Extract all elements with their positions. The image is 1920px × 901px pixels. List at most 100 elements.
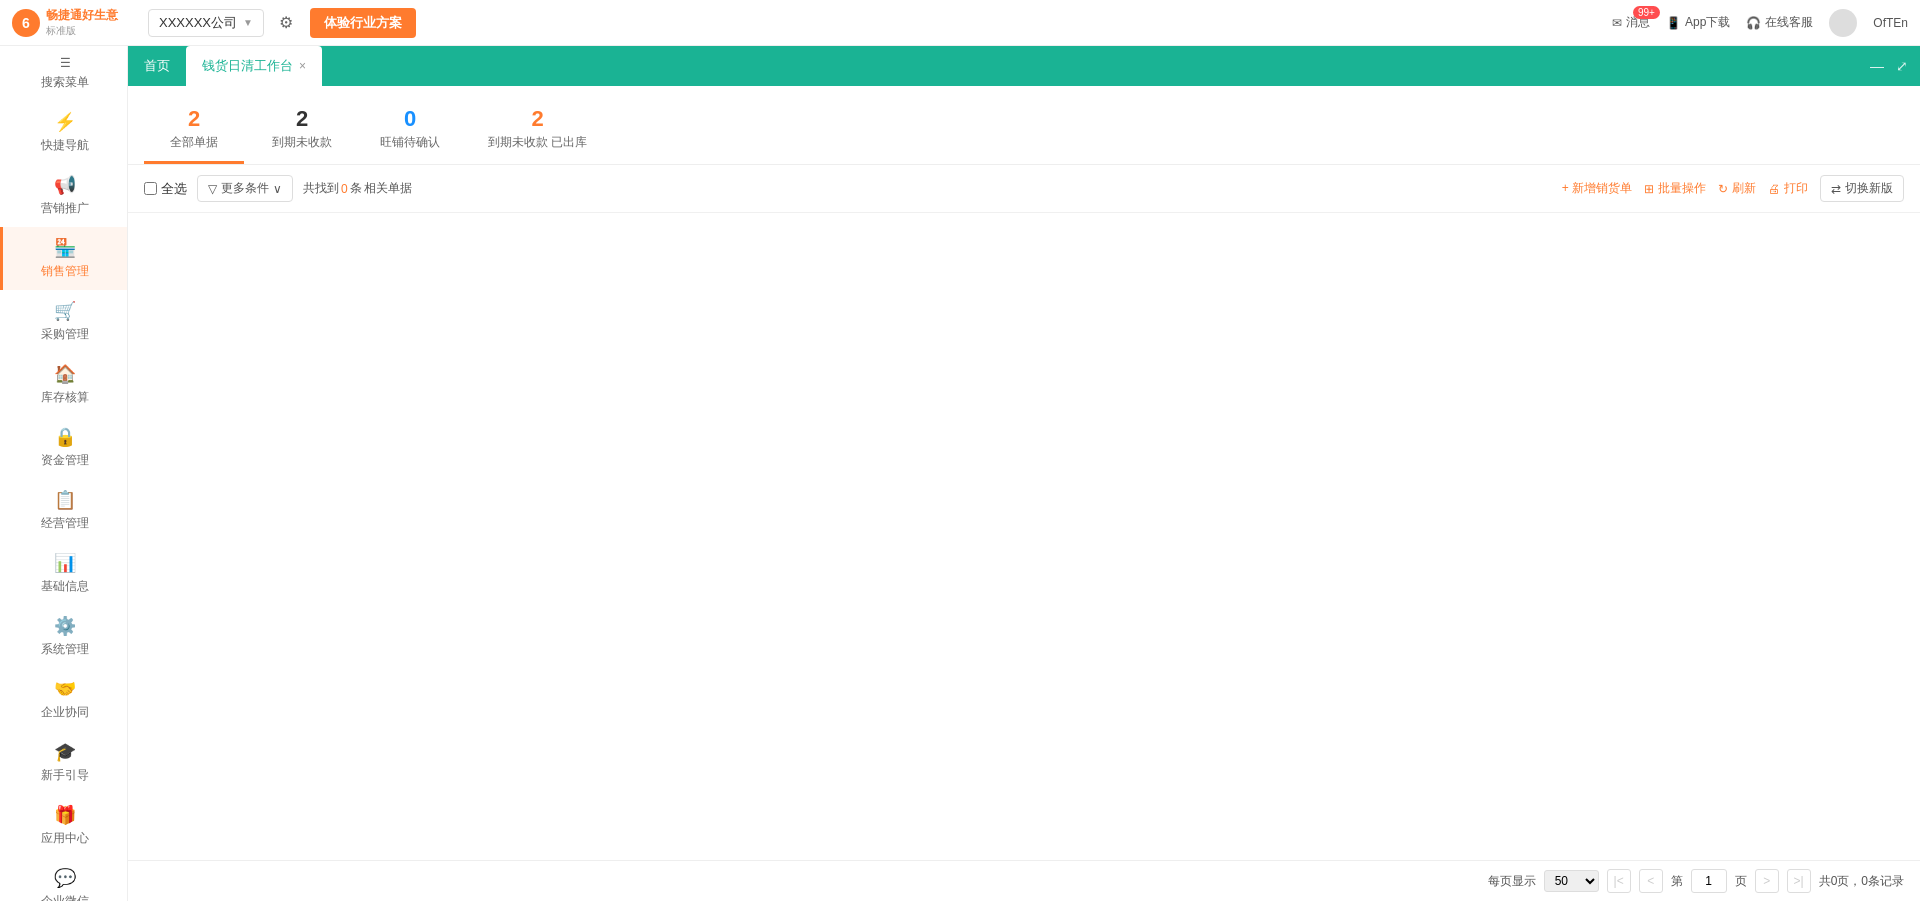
all-checkbox-input[interactable] xyxy=(144,182,157,195)
stat-count-shipped: 2 xyxy=(532,106,544,132)
sidebar-item-wechat[interactable]: 💬 企业微信 xyxy=(0,857,127,901)
sidebar-item-appstore[interactable]: 🎁 应用中心 xyxy=(0,794,127,857)
sidebar-item-label: 新手引导 xyxy=(41,767,89,784)
nav-tabs-actions: — ⤢ xyxy=(1866,54,1920,78)
sidebar-item-basic[interactable]: 📊 基础信息 xyxy=(0,542,127,605)
sales-icon: 🏪 xyxy=(54,237,76,259)
select-all-checkbox[interactable]: 全选 xyxy=(144,180,187,198)
main-layout: ☰ 搜索菜单 ⚡ 快捷导航 📢 营销推广 🏪 销售管理 🛒 采购管理 🏠 库存核… xyxy=(0,46,1920,901)
toolbar-right: + 新增销货单 ⊞ 批量操作 ↻ 刷新 🖨 打印 xyxy=(1562,175,1904,202)
logo-area: 6 畅捷通好生意 标准版 xyxy=(12,8,140,37)
stat-tab-overdue[interactable]: 2 到期未收款 xyxy=(252,98,352,164)
content-area: 首页 钱货日清工作台 × — ⤢ 2 全部单据 xyxy=(128,46,1920,901)
inventory-icon: 🏠 xyxy=(54,363,76,385)
next-page-button[interactable]: > xyxy=(1755,869,1779,893)
stat-count-all: 2 xyxy=(188,106,200,132)
appstore-icon: 🎁 xyxy=(54,804,76,826)
prev-page-button[interactable]: < xyxy=(1639,869,1663,893)
filter-label: 更多条件 xyxy=(221,180,269,197)
username: OfTEn xyxy=(1873,16,1908,30)
print-label: 打印 xyxy=(1784,180,1808,197)
sidebar-item-label: 库存核算 xyxy=(41,389,89,406)
message-badge: 99+ xyxy=(1633,6,1660,19)
add-sale-label: + 新增销货单 xyxy=(1562,180,1632,197)
sidebar-item-purchase[interactable]: 🛒 采购管理 xyxy=(0,290,127,353)
sidebar-item-label: 销售管理 xyxy=(41,263,89,280)
marketing-icon: 📢 xyxy=(54,174,76,196)
sidebar: ☰ 搜索菜单 ⚡ 快捷导航 📢 营销推广 🏪 销售管理 🛒 采购管理 🏠 库存核… xyxy=(0,46,128,901)
stat-label-pending: 旺铺待确认 xyxy=(380,134,440,151)
table-area xyxy=(128,213,1920,860)
tab-home[interactable]: 首页 xyxy=(128,46,186,86)
footer-pagination: 每页显示 50 20 100 |< < 第 页 > >| 共0页，0条记录 xyxy=(128,860,1920,901)
header-right: ✉ 消息 99+ 📱 App下载 🎧 在线客服 OfTEn xyxy=(1612,9,1908,37)
system-icon: ⚙️ xyxy=(54,615,76,637)
sidebar-item-guide[interactable]: 🎓 新手引导 xyxy=(0,731,127,794)
company-selector[interactable]: XXXXXX公司 ▼ xyxy=(148,9,264,37)
refresh-button[interactable]: ↻ 刷新 xyxy=(1718,180,1756,197)
tab-home-label: 首页 xyxy=(144,57,170,75)
wechat-icon: 💬 xyxy=(54,867,76,889)
operations-icon: 📋 xyxy=(54,489,76,511)
purchase-icon: 🛒 xyxy=(54,300,76,322)
sidebar-item-operations[interactable]: 📋 经营管理 xyxy=(0,479,127,542)
stat-tab-all[interactable]: 2 全部单据 xyxy=(144,98,244,164)
refresh-icon: ↻ xyxy=(1718,182,1728,196)
message-icon: ✉ xyxy=(1612,16,1622,30)
filter-button[interactable]: ▽ 更多条件 ∨ xyxy=(197,175,293,202)
sidebar-item-label: 应用中心 xyxy=(41,830,89,847)
online-service-label: 在线客服 xyxy=(1765,14,1813,31)
filter-icon: ▽ xyxy=(208,182,217,196)
minimize-icon[interactable]: — xyxy=(1866,54,1888,78)
message-button[interactable]: ✉ 消息 99+ xyxy=(1612,14,1650,31)
last-page-button[interactable]: >| xyxy=(1787,869,1811,893)
online-service-button[interactable]: 🎧 在线客服 xyxy=(1746,14,1813,31)
sidebar-item-label: 经营管理 xyxy=(41,515,89,532)
sidebar-item-enterprise[interactable]: 🤝 企业协同 xyxy=(0,668,127,731)
page-number-input[interactable] xyxy=(1691,869,1727,893)
batch-operation-button[interactable]: ⊞ 批量操作 xyxy=(1644,180,1706,197)
tab-active[interactable]: 钱货日清工作台 × xyxy=(186,46,322,86)
switch-label: 切换新版 xyxy=(1845,180,1893,197)
stat-tab-pending[interactable]: 0 旺铺待确认 xyxy=(360,98,460,164)
sidebar-item-label: 营销推广 xyxy=(41,200,89,217)
capital-icon: 🔒 xyxy=(54,426,76,448)
sidebar-item-quick-nav[interactable]: ⚡ 快捷导航 xyxy=(0,101,127,164)
page-prefix: 第 xyxy=(1671,873,1683,890)
sidebar-item-label: 基础信息 xyxy=(41,578,89,595)
stat-label-overdue: 到期未收款 xyxy=(272,134,332,151)
page-suffix: 页 xyxy=(1735,873,1747,890)
company-name: XXXXXX公司 xyxy=(159,14,237,32)
sidebar-item-label: 资金管理 xyxy=(41,452,89,469)
settings-icon[interactable]: ⚙ xyxy=(272,9,300,37)
sidebar-item-inventory[interactable]: 🏠 库存核算 xyxy=(0,353,127,416)
print-button[interactable]: 🖨 打印 xyxy=(1768,180,1808,197)
add-sale-button[interactable]: + 新增销货单 xyxy=(1562,180,1632,197)
sidebar-item-sales[interactable]: 🏪 销售管理 xyxy=(0,227,127,290)
stat-label-shipped: 到期未收款 已出库 xyxy=(488,134,587,151)
app-download-button[interactable]: 📱 App下载 xyxy=(1666,14,1730,31)
found-count: 共找到 0 条 相关单据 xyxy=(303,180,412,197)
app-name: 畅捷通好生意 xyxy=(46,8,118,24)
sidebar-item-label: 企业协同 xyxy=(41,704,89,721)
experience-button[interactable]: 体验行业方案 xyxy=(310,8,416,38)
sidebar-item-label: 采购管理 xyxy=(41,326,89,343)
tab-close-icon[interactable]: × xyxy=(299,59,306,73)
per-page-select[interactable]: 50 20 100 xyxy=(1544,870,1599,892)
found-number: 0 xyxy=(341,182,348,196)
expand-icon[interactable]: ⤢ xyxy=(1892,54,1912,78)
search-menu-icon: ☰ xyxy=(60,56,71,70)
avatar[interactable] xyxy=(1829,9,1857,37)
sidebar-item-marketing[interactable]: 📢 营销推广 xyxy=(0,164,127,227)
sidebar-item-search-menu[interactable]: ☰ 搜索菜单 xyxy=(0,46,127,101)
app-download-label: App下载 xyxy=(1685,14,1730,31)
top-header: 6 畅捷通好生意 标准版 XXXXXX公司 ▼ ⚙ 体验行业方案 ✉ 消息 99… xyxy=(0,0,1920,46)
total-info: 共0页，0条记录 xyxy=(1819,873,1904,890)
stats-tabs: 2 全部单据 2 到期未收款 0 旺铺待确认 2 到期未收款 已出库 xyxy=(128,86,1920,165)
switch-version-button[interactable]: ⇄ 切换新版 xyxy=(1820,175,1904,202)
stat-tab-shipped[interactable]: 2 到期未收款 已出库 xyxy=(468,98,607,164)
sidebar-item-system[interactable]: ⚙️ 系统管理 xyxy=(0,605,127,668)
first-page-button[interactable]: |< xyxy=(1607,869,1631,893)
sidebar-item-label: 系统管理 xyxy=(41,641,89,658)
sidebar-item-capital[interactable]: 🔒 资金管理 xyxy=(0,416,127,479)
